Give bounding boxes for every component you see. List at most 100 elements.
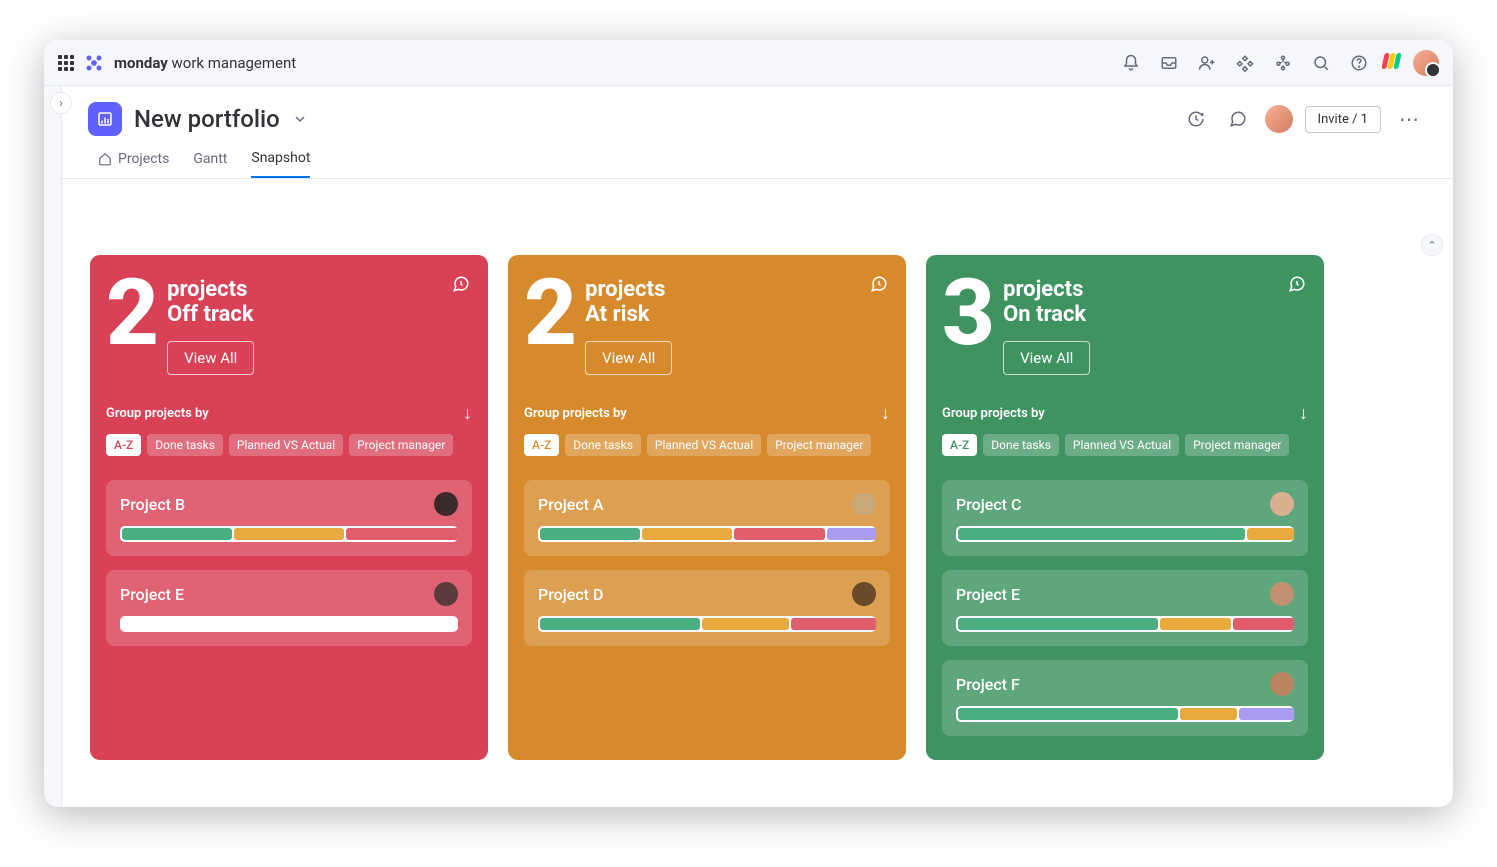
progress-segment <box>1180 708 1237 720</box>
progress-segment <box>122 528 232 540</box>
project-card[interactable]: Project E <box>942 570 1308 646</box>
group-by-label: Group projects by <box>524 406 627 421</box>
project-count: 2 <box>524 273 573 356</box>
collapsed-sidebar: › <box>44 86 62 807</box>
progress-segment <box>791 618 876 630</box>
invite-members-icon[interactable] <box>1193 49 1221 77</box>
project-name: Project A <box>538 495 604 514</box>
view-all-button[interactable]: View All <box>167 341 254 375</box>
tab-label: Projects <box>118 151 169 167</box>
group-chip-done-tasks[interactable]: Done tasks <box>983 434 1059 456</box>
column-status-label: At risk <box>585 302 672 327</box>
activity-log-icon[interactable] <box>1181 104 1211 134</box>
project-card[interactable]: Project E <box>106 570 472 646</box>
status-column-off-track: 2projectsOff trackView AllGroup projects… <box>90 255 488 760</box>
group-chip-a-z[interactable]: A-Z <box>106 434 141 456</box>
tab-gantt[interactable]: Gantt <box>193 150 227 178</box>
project-name: Project C <box>956 495 1021 514</box>
group-chip-planned-vs-actual[interactable]: Planned VS Actual <box>229 434 343 456</box>
product-switcher-icon[interactable] <box>1383 53 1403 73</box>
sort-direction-icon[interactable]: ↓ <box>463 403 472 424</box>
view-all-button[interactable]: View All <box>585 341 672 375</box>
column-chat-icon[interactable] <box>1286 273 1308 295</box>
help-icon[interactable] <box>1345 49 1373 77</box>
progress-segment <box>1247 528 1294 540</box>
project-name: Project F <box>956 675 1020 694</box>
snapshot-columns: 2 projects Off track View All Group projects… <box>62 179 1453 760</box>
project-name: Project E <box>956 585 1020 604</box>
column-status-label: On track <box>1003 302 1090 327</box>
project-card[interactable]: Project C <box>942 480 1308 556</box>
portfolio-icon <box>88 102 122 136</box>
column-title-label: projects <box>585 277 672 302</box>
progress-bar <box>120 616 458 632</box>
view-all-button[interactable]: View All <box>1003 341 1090 375</box>
project-owner-avatar[interactable] <box>1270 672 1294 696</box>
tab-label: Snapshot <box>251 150 310 166</box>
progress-segment <box>958 528 1245 540</box>
project-owner-avatar[interactable] <box>852 492 876 516</box>
apps-marketplace-icon[interactable] <box>1231 49 1259 77</box>
body: › New portfolio Invite / 1 ⋯ Projects Gan… <box>44 86 1453 807</box>
progress-bar <box>538 616 876 632</box>
group-chip-done-tasks[interactable]: Done tasks <box>565 434 641 456</box>
project-count: 3 <box>942 273 991 356</box>
progress-segment <box>958 618 1158 630</box>
group-chip-project-manager[interactable]: Project manager <box>349 434 453 456</box>
group-chip-planned-vs-actual[interactable]: Planned VS Actual <box>647 434 761 456</box>
owner-avatar[interactable] <box>1265 105 1293 133</box>
project-card[interactable]: Project B <box>106 480 472 556</box>
group-chip-planned-vs-actual[interactable]: Planned VS Actual <box>1065 434 1179 456</box>
collapse-header-button[interactable]: ⌃ <box>1421 234 1443 256</box>
team-icon[interactable] <box>1269 49 1297 77</box>
project-owner-avatar[interactable] <box>434 492 458 516</box>
progress-segment <box>642 528 732 540</box>
home-icon <box>98 152 112 166</box>
invite-button[interactable]: Invite / 1 <box>1305 106 1381 133</box>
notifications-icon[interactable] <box>1117 49 1145 77</box>
progress-bar <box>956 616 1294 632</box>
project-card[interactable]: Project A <box>524 480 890 556</box>
project-owner-avatar[interactable] <box>1270 582 1294 606</box>
group-chip-a-z[interactable]: A-Z <box>524 434 559 456</box>
more-options-icon[interactable]: ⋯ <box>1393 107 1427 131</box>
column-chat-icon[interactable] <box>868 273 890 295</box>
column-status-label: Off track <box>167 302 254 327</box>
chevron-down-icon[interactable] <box>292 111 308 127</box>
group-chip-project-manager[interactable]: Project manager <box>767 434 871 456</box>
group-chip-a-z[interactable]: A-Z <box>942 434 977 456</box>
status-column-at-risk: 2 projectsAt risk View All Group projects b… <box>508 255 906 760</box>
project-owner-avatar[interactable] <box>434 582 458 606</box>
inbox-icon[interactable] <box>1155 49 1183 77</box>
column-title-label: projects <box>1003 277 1090 302</box>
project-owner-avatar[interactable] <box>1270 492 1294 516</box>
group-chip-project-manager[interactable]: Project manager <box>1185 434 1289 456</box>
progress-segment <box>958 708 1178 720</box>
group-by-label: Group projects by <box>106 406 209 421</box>
sort-direction-icon[interactable]: ↓ <box>881 403 890 424</box>
project-name: Project B <box>120 495 185 514</box>
progress-segment <box>734 528 824 540</box>
project-card[interactable]: Project F <box>942 660 1308 736</box>
progress-segment <box>540 618 700 630</box>
search-icon[interactable] <box>1307 49 1335 77</box>
sort-direction-icon[interactable]: ↓ <box>1299 403 1308 424</box>
progress-segment <box>1233 618 1294 630</box>
apps-grid-icon[interactable] <box>58 55 74 71</box>
progress-bar <box>956 706 1294 722</box>
monday-logo-icon <box>84 53 104 73</box>
progress-segment <box>234 528 344 540</box>
user-avatar[interactable] <box>1413 50 1439 76</box>
column-chat-icon[interactable] <box>450 273 472 295</box>
discussion-icon[interactable] <box>1223 104 1253 134</box>
group-chip-done-tasks[interactable]: Done tasks <box>147 434 223 456</box>
progress-segment <box>1239 708 1294 720</box>
page-title[interactable]: New portfolio <box>134 105 280 133</box>
tab-snapshot[interactable]: Snapshot <box>251 150 310 178</box>
project-owner-avatar[interactable] <box>852 582 876 606</box>
progress-segment <box>1160 618 1230 630</box>
page-header: New portfolio Invite / 1 ⋯ <box>62 86 1453 136</box>
project-card[interactable]: Project D <box>524 570 890 646</box>
progress-bar <box>538 526 876 542</box>
tab-projects[interactable]: Projects <box>98 150 169 178</box>
